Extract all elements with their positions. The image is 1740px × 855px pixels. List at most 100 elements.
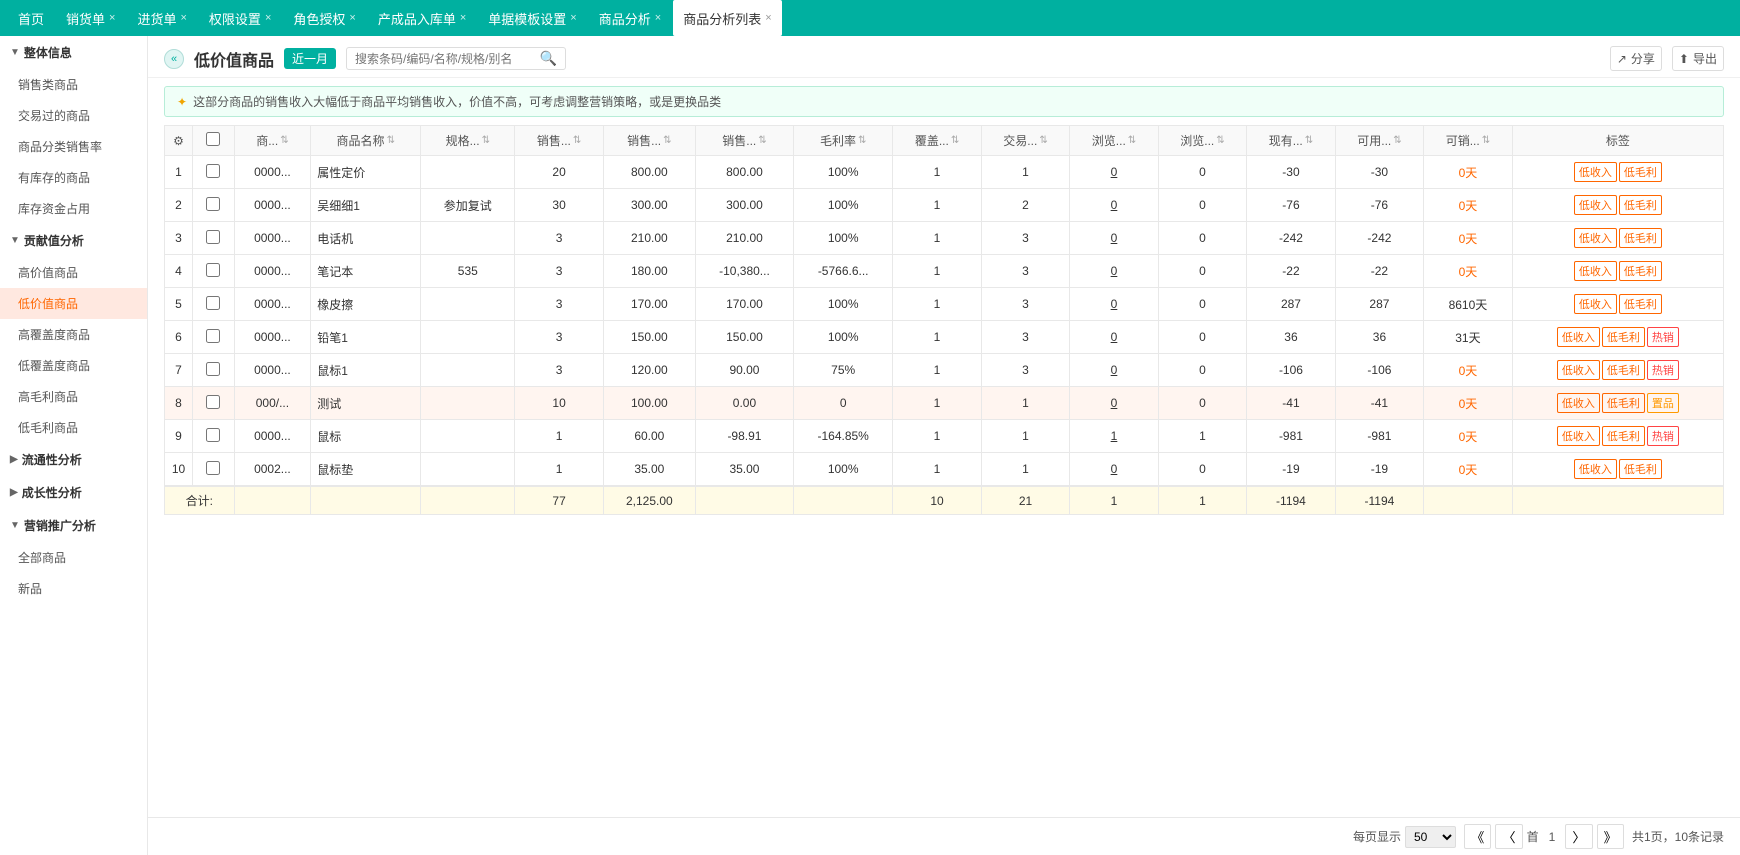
close-icon[interactable]: × — [109, 12, 115, 24]
cell-check[interactable] — [193, 255, 235, 288]
cell-browse1[interactable]: 0 — [1070, 321, 1158, 354]
nav-template-settings[interactable]: 单据模板设置 × — [478, 0, 586, 36]
browse-link[interactable]: 0 — [1111, 231, 1118, 245]
row-checkbox[interactable] — [206, 362, 220, 376]
sidebar-item-low-value[interactable]: 低价值商品 — [0, 288, 147, 319]
sidebar-group-contribution[interactable]: ▼ 贡献值分析 — [0, 224, 147, 257]
row-checkbox[interactable] — [206, 230, 220, 244]
browse-link[interactable]: 0 — [1111, 462, 1118, 476]
th-spec[interactable]: 规格...⇅ — [421, 126, 515, 156]
nav-purchase-order[interactable]: 进货单 × — [127, 0, 196, 36]
browse-link[interactable]: 0 — [1111, 165, 1118, 179]
cell-check[interactable] — [193, 222, 235, 255]
browse-link[interactable]: 0 — [1111, 363, 1118, 377]
th-sales-amount[interactable]: 销售...⇅ — [603, 126, 695, 156]
close-icon[interactable]: × — [265, 12, 271, 24]
first-page-button[interactable]: 《 — [1464, 824, 1491, 849]
row-checkbox[interactable] — [206, 263, 220, 277]
cell-browse1[interactable]: 0 — [1070, 453, 1158, 487]
th-coverage[interactable]: 覆盖...⇅ — [893, 126, 981, 156]
sidebar-item-category-sales-rate[interactable]: 商品分类销售率 — [0, 131, 147, 162]
browse-link[interactable]: 0 — [1111, 330, 1118, 344]
sidebar-group-liquidity[interactable]: ▶ 流通性分析 — [0, 443, 147, 476]
cell-check[interactable] — [193, 387, 235, 420]
th-stock[interactable]: 现有...⇅ — [1247, 126, 1335, 156]
nav-sales-order[interactable]: 销货单 × — [56, 0, 125, 36]
th-saleable[interactable]: 可销...⇅ — [1424, 126, 1512, 156]
period-button[interactable]: 近一月 — [284, 48, 336, 69]
row-checkbox[interactable] — [206, 296, 220, 310]
row-checkbox[interactable] — [206, 395, 220, 409]
th-available[interactable]: 可用...⇅ — [1335, 126, 1423, 156]
cell-check[interactable] — [193, 156, 235, 189]
cell-check[interactable] — [193, 420, 235, 453]
browse-link[interactable]: 1 — [1111, 429, 1118, 443]
th-browse1[interactable]: 浏览...⇅ — [1070, 126, 1158, 156]
per-page-select[interactable]: 50 100 200 — [1405, 826, 1456, 848]
th-check[interactable] — [193, 126, 235, 156]
th-sales-qty[interactable]: 销售...⇅ — [515, 126, 603, 156]
sidebar-item-new-goods[interactable]: 新品 — [0, 573, 147, 604]
th-margin[interactable]: 毛利率⇅ — [794, 126, 893, 156]
sidebar-item-low-coverage[interactable]: 低覆盖度商品 — [0, 350, 147, 381]
close-icon[interactable]: × — [765, 12, 771, 24]
prev-page-button[interactable]: 〈 — [1495, 824, 1522, 849]
collapse-sidebar-button[interactable]: « — [164, 49, 184, 69]
browse-link[interactable]: 0 — [1111, 264, 1118, 278]
close-icon[interactable]: × — [570, 12, 576, 24]
next-page-button[interactable]: 〉 — [1565, 824, 1592, 849]
search-input[interactable] — [355, 52, 540, 66]
sidebar-item-in-stock-goods[interactable]: 有库存的商品 — [0, 162, 147, 193]
nav-role-auth[interactable]: 角色授权 × — [283, 0, 365, 36]
sidebar-group-marketing[interactable]: ▼ 营销推广分析 — [0, 509, 147, 542]
sidebar-item-high-margin[interactable]: 高毛利商品 — [0, 381, 147, 412]
close-icon[interactable]: × — [655, 12, 661, 24]
sidebar-group-growth[interactable]: ▶ 成长性分析 — [0, 476, 147, 509]
sidebar-item-high-coverage[interactable]: 高覆盖度商品 — [0, 319, 147, 350]
sidebar-item-traded-goods[interactable]: 交易过的商品 — [0, 100, 147, 131]
cell-browse1[interactable]: 1 — [1070, 420, 1158, 453]
browse-link[interactable]: 0 — [1111, 198, 1118, 212]
cell-browse1[interactable]: 0 — [1070, 255, 1158, 288]
cell-check[interactable] — [193, 453, 235, 487]
row-checkbox[interactable] — [206, 461, 220, 475]
nav-product-instock[interactable]: 产成品入库单 × — [368, 0, 476, 36]
select-all-checkbox[interactable] — [206, 132, 220, 146]
cell-check[interactable] — [193, 189, 235, 222]
cell-browse1[interactable]: 0 — [1070, 288, 1158, 321]
sidebar-item-all-goods[interactable]: 全部商品 — [0, 542, 147, 573]
cell-browse1[interactable]: 0 — [1070, 354, 1158, 387]
nav-permission[interactable]: 权限设置 × — [199, 0, 281, 36]
th-trade[interactable]: 交易...⇅ — [981, 126, 1069, 156]
last-page-button[interactable]: 》 — [1597, 824, 1624, 849]
th-tags[interactable]: 标签 — [1512, 126, 1723, 156]
th-browse2[interactable]: 浏览...⇅ — [1158, 126, 1246, 156]
th-code[interactable]: 商...⇅ — [234, 126, 311, 156]
close-icon[interactable]: × — [349, 12, 355, 24]
row-checkbox[interactable] — [206, 329, 220, 343]
th-gear[interactable]: ⚙ — [165, 126, 193, 156]
sidebar-item-high-value[interactable]: 高价值商品 — [0, 257, 147, 288]
sidebar-item-low-margin[interactable]: 低毛利商品 — [0, 412, 147, 443]
browse-link[interactable]: 0 — [1111, 297, 1118, 311]
export-button[interactable]: ⬆ 导出 — [1672, 46, 1724, 71]
share-button[interactable]: ↗ 分享 — [1610, 46, 1662, 71]
cell-check[interactable] — [193, 288, 235, 321]
th-sales-avg[interactable]: 销售...⇅ — [695, 126, 793, 156]
row-checkbox[interactable] — [206, 428, 220, 442]
cell-check[interactable] — [193, 321, 235, 354]
th-name[interactable]: 商品名称⇅ — [311, 126, 421, 156]
sidebar-group-overview[interactable]: ▼ 整体信息 — [0, 36, 147, 69]
sidebar-item-sales-goods[interactable]: 销售类商品 — [0, 69, 147, 100]
row-checkbox[interactable] — [206, 197, 220, 211]
close-icon[interactable]: × — [180, 12, 186, 24]
cell-browse1[interactable]: 0 — [1070, 156, 1158, 189]
cell-check[interactable] — [193, 354, 235, 387]
row-checkbox[interactable] — [206, 164, 220, 178]
close-icon[interactable]: × — [460, 12, 466, 24]
cell-browse1[interactable]: 0 — [1070, 222, 1158, 255]
nav-product-analysis[interactable]: 商品分析 × — [589, 0, 671, 36]
cell-browse1[interactable]: 0 — [1070, 387, 1158, 420]
sidebar-item-stock-capital[interactable]: 库存资金占用 — [0, 193, 147, 224]
search-icon[interactable]: 🔍 — [540, 50, 557, 67]
